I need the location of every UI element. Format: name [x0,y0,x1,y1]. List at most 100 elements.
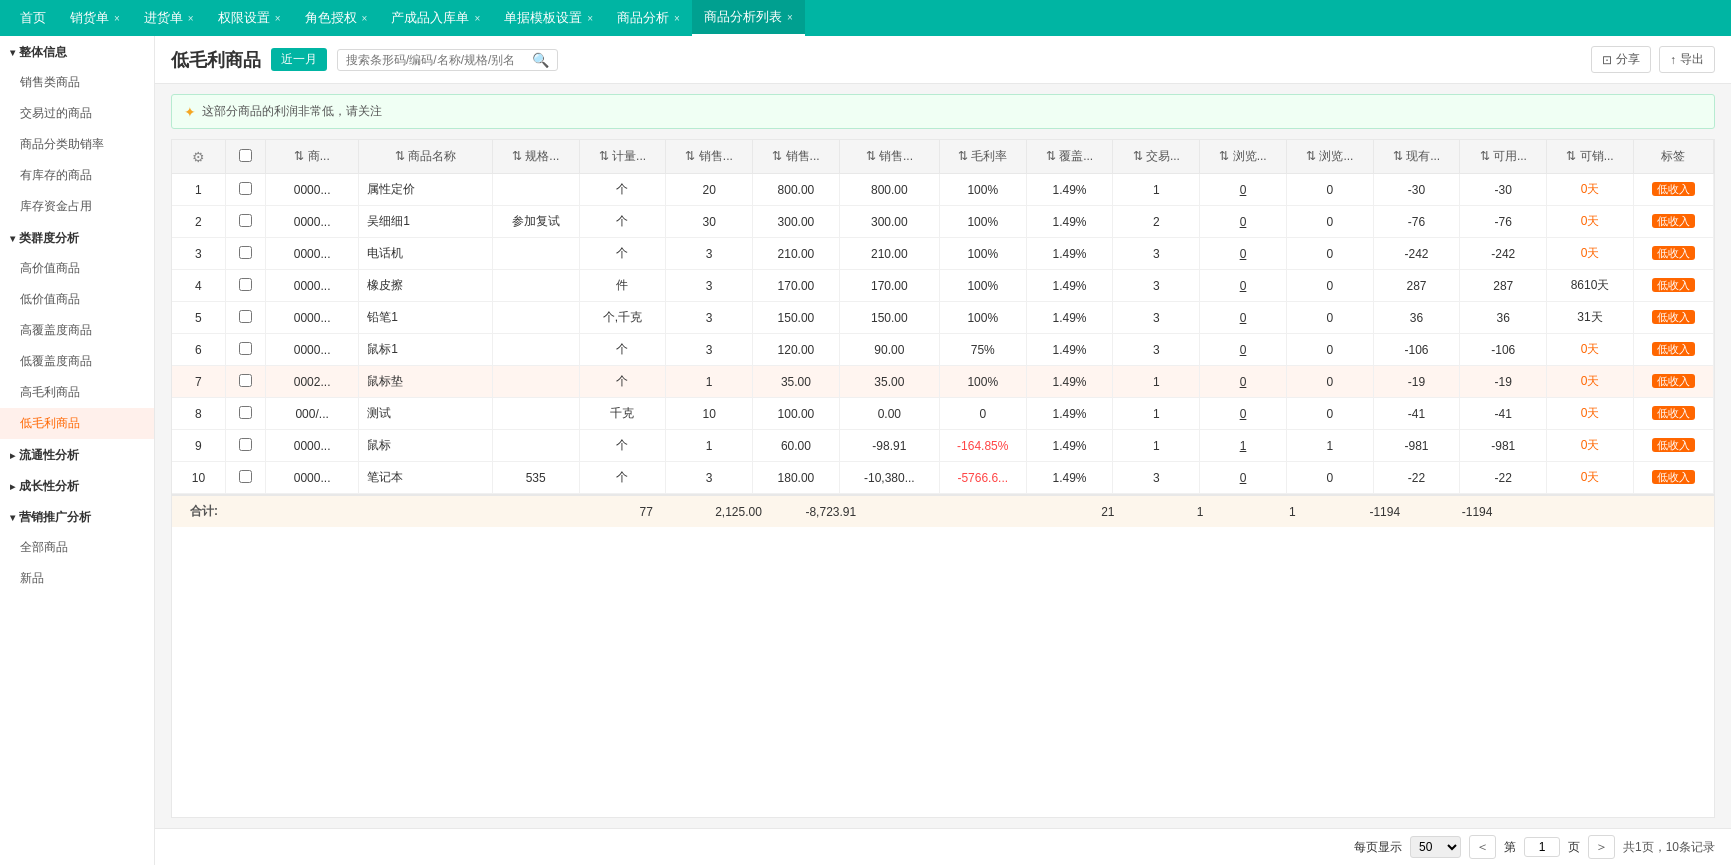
sidebar-item-high-margin[interactable]: 高毛利商品 [0,377,154,408]
th-check[interactable] [225,140,265,174]
nav-close-icon[interactable]: × [188,13,194,24]
cell-name: 笔记本 [359,462,492,494]
page-size-select[interactable]: 50 100 200 [1410,836,1461,858]
th-sale-amount[interactable]: ⇅ 销售... [839,140,939,174]
page-label: 第 [1504,839,1516,856]
cell-check[interactable] [225,398,265,430]
th-trade-count[interactable]: ⇅ 交易... [1113,140,1200,174]
cell-browse1[interactable]: 0 [1200,334,1287,366]
cell-check[interactable] [225,206,265,238]
cell-browse1[interactable]: 0 [1200,302,1287,334]
th-browse2[interactable]: ⇅ 浏览... [1286,140,1373,174]
sidebar-item-stocked-products[interactable]: 有库存的商品 [0,160,154,191]
cell-spec: 参加复试 [492,206,579,238]
nav-close-icon[interactable]: × [674,13,680,24]
sidebar-section-title-growth[interactable]: ▸ 成长性分析 [0,470,154,501]
cell-unit: 个 [579,206,666,238]
th-current-stock[interactable]: ⇅ 现有... [1373,140,1460,174]
sidebar-item-high-coverage[interactable]: 高覆盖度商品 [0,315,154,346]
footer-sold-qty: 77 [600,505,692,519]
page-number-input[interactable] [1524,837,1560,857]
nav-role-auth[interactable]: 角色授权 × [293,0,380,36]
cell-browse1[interactable]: 0 [1200,174,1287,206]
cell-check[interactable] [225,334,265,366]
prev-page-button[interactable]: ＜ [1469,835,1496,859]
table-row: 6 0000... 鼠标1 个 3 120.00 90.00 75% 1.49%… [172,334,1714,366]
cell-check[interactable] [225,238,265,270]
cell-browse1[interactable]: 0 [1200,398,1287,430]
sidebar-section-title-flow[interactable]: ▸ 流通性分析 [0,439,154,470]
th-name[interactable]: ⇅ 商品名称 [359,140,492,174]
nav-purchase-order[interactable]: 进货单 × [132,0,206,36]
nav-close-icon[interactable]: × [362,13,368,24]
cell-check[interactable] [225,270,265,302]
sidebar-section-title-overall[interactable]: ▾ 整体信息 [0,36,154,67]
th-sold-qty[interactable]: ⇅ 销售... [666,140,753,174]
sidebar-item-new-products[interactable]: 新品 [0,563,154,594]
cell-browse1[interactable]: 1 [1200,430,1287,462]
cell-check[interactable] [225,430,265,462]
next-page-button[interactable]: ＞ [1588,835,1615,859]
th-code[interactable]: ⇅ 商... [265,140,358,174]
nav-product-analysis-list[interactable]: 商品分析列表 × [692,0,805,36]
nav-sales-order[interactable]: 销货单 × [58,0,132,36]
cell-browse1[interactable]: 0 [1200,366,1287,398]
sidebar-item-sales-products[interactable]: 销售类商品 [0,67,154,98]
th-settings[interactable]: ⚙ [172,140,225,174]
search-icon[interactable]: 🔍 [532,52,549,68]
cell-code: 0000... [265,430,358,462]
cell-spec [492,270,579,302]
cell-browse2: 1 [1286,430,1373,462]
sidebar-item-high-value[interactable]: 高价值商品 [0,253,154,284]
cell-gross-margin: 100% [939,366,1026,398]
sidebar-section-title-cluster[interactable]: ▾ 类群度分析 [0,222,154,253]
main-content: 低毛利商品 近一月 🔍 ⊡ 分享 ↑ 导出 ✦ 这部分商品的利润非常低，请关注 [155,36,1731,865]
nav-product-entry[interactable]: 产成品入库单 × [379,0,492,36]
sidebar-item-traded-products[interactable]: 交易过的商品 [0,98,154,129]
cell-browse1[interactable]: 0 [1200,462,1287,494]
th-available-stock[interactable]: ⇅ 可用... [1460,140,1547,174]
nav-close-icon[interactable]: × [787,12,793,23]
sidebar-item-low-value[interactable]: 低价值商品 [0,284,154,315]
sidebar-section-title-marketing[interactable]: ▾ 营销推广分析 [0,501,154,532]
share-button[interactable]: ⊡ 分享 [1591,46,1651,73]
export-button[interactable]: ↑ 导出 [1659,46,1715,73]
th-unit[interactable]: ⇅ 计量... [579,140,666,174]
period-button[interactable]: 近一月 [271,48,327,71]
nav-product-analysis[interactable]: 商品分析 × [605,0,692,36]
cell-browse1[interactable]: 0 [1200,238,1287,270]
sort-icon: ⇅ [958,149,968,163]
nav-close-icon[interactable]: × [587,13,593,24]
sidebar-item-stock-capital[interactable]: 库存资金占用 [0,191,154,222]
th-spec[interactable]: ⇅ 规格... [492,140,579,174]
sidebar-item-low-coverage[interactable]: 低覆盖度商品 [0,346,154,377]
nav-template-settings[interactable]: 单据模板设置 × [492,0,605,36]
nav-close-icon[interactable]: × [275,13,281,24]
cell-name: 电话机 [359,238,492,270]
cell-browse1[interactable]: 0 [1200,270,1287,302]
th-sale-price[interactable]: ⇅ 销售... [753,140,840,174]
search-input[interactable] [346,53,526,67]
th-tag[interactable]: 标签 [1633,140,1713,174]
sidebar-item-low-margin[interactable]: 低毛利商品 [0,408,154,439]
cell-browse1[interactable]: 0 [1200,206,1287,238]
th-gross-margin[interactable]: ⇅ 毛利率 [939,140,1026,174]
cell-available-stock: 287 [1460,270,1547,302]
cell-unit: 个 [579,334,666,366]
sidebar-item-all-products[interactable]: 全部商品 [0,532,154,563]
nav-home[interactable]: 首页 [8,0,58,36]
cell-check[interactable] [225,174,265,206]
cell-unit: 个,千克 [579,302,666,334]
cell-check[interactable] [225,302,265,334]
cell-check[interactable] [225,366,265,398]
cell-code: 0000... [265,270,358,302]
th-saleable-days[interactable]: ⇅ 可销... [1547,140,1634,174]
nav-close-icon[interactable]: × [114,13,120,24]
th-coverage[interactable]: ⇅ 覆盖... [1026,140,1113,174]
th-browse1[interactable]: ⇅ 浏览... [1200,140,1287,174]
cell-sale-price: 800.00 [753,174,840,206]
cell-check[interactable] [225,462,265,494]
sidebar-item-category-sales-rate[interactable]: 商品分类助销率 [0,129,154,160]
nav-permission-settings[interactable]: 权限设置 × [206,0,293,36]
nav-close-icon[interactable]: × [474,13,480,24]
